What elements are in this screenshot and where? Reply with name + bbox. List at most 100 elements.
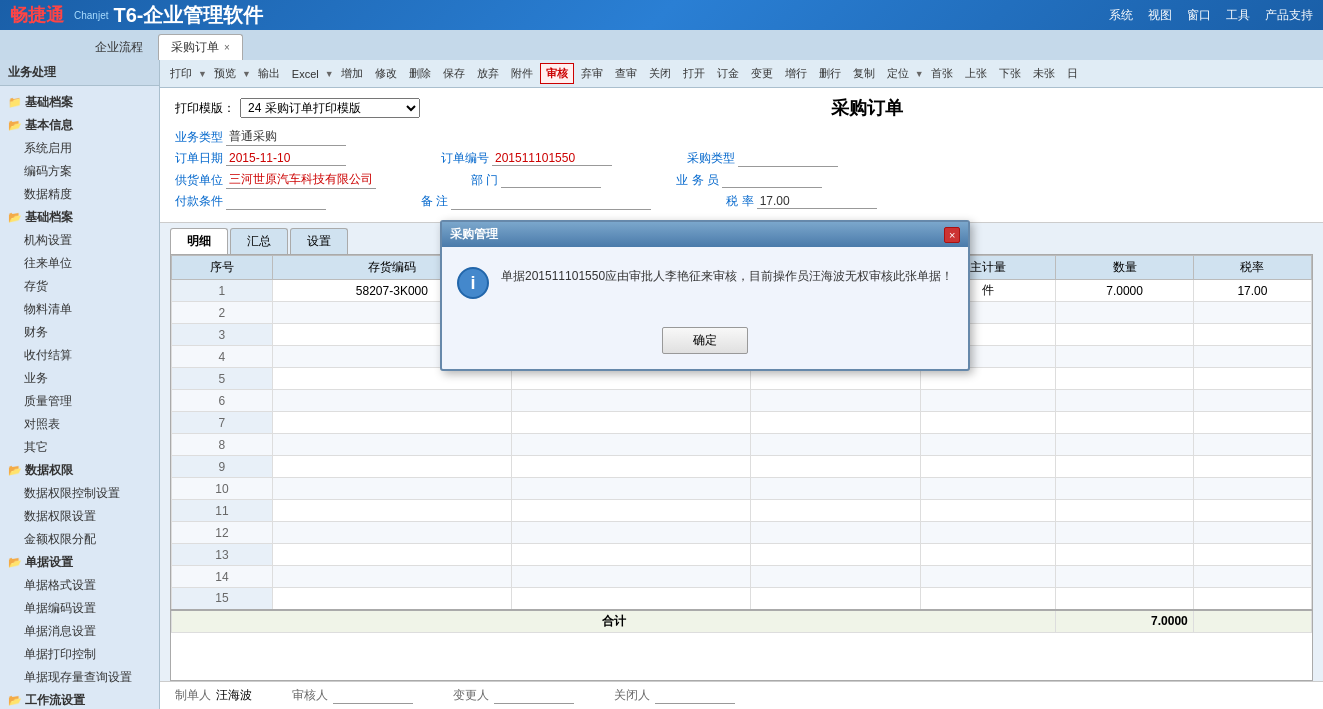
cell-name[interactable] <box>512 412 751 434</box>
excel-arrow-icon[interactable]: ▼ <box>325 69 334 79</box>
locate-arrow-icon[interactable]: ▼ <box>915 69 924 79</box>
table-row[interactable]: 12 <box>172 522 1312 544</box>
tax-rate-value[interactable]: 17.00 <box>757 194 877 209</box>
cell-code[interactable] <box>272 390 511 412</box>
sidebar-group-workflow[interactable]: 📂 工作流设置 <box>0 689 159 709</box>
sidebar-item-permission-setup[interactable]: 数据权限设置 <box>0 505 159 528</box>
cell-tax[interactable] <box>1193 346 1311 368</box>
approve-button[interactable]: 审核 <box>540 63 574 84</box>
cell-qty[interactable] <box>1056 412 1193 434</box>
modify-button[interactable]: 修改 <box>370 64 402 83</box>
sidebar-group-basic-info[interactable]: 📂 基本信息 <box>0 114 159 137</box>
cell-name[interactable] <box>512 544 751 566</box>
cell-tax[interactable] <box>1193 434 1311 456</box>
tab-enterprise-flow[interactable]: 企业流程 <box>80 35 158 60</box>
table-row[interactable]: 14 <box>172 566 1312 588</box>
open-button[interactable]: 打开 <box>678 64 710 83</box>
preview-arrow-icon[interactable]: ▼ <box>242 69 251 79</box>
supplier-value[interactable]: 三河世原汽车科技有限公司 <box>226 171 376 189</box>
cell-spec[interactable] <box>751 522 921 544</box>
cell-qty[interactable] <box>1056 368 1193 390</box>
print-button[interactable]: 打印 <box>165 64 197 83</box>
table-row[interactable]: 7 <box>172 412 1312 434</box>
sidebar-item-payment[interactable]: 收付结算 <box>0 344 159 367</box>
sidebar-item-other[interactable]: 其它 <box>0 436 159 459</box>
cell-qty[interactable] <box>1056 566 1193 588</box>
sidebar-group-basic-archive[interactable]: 📂 基础档案 <box>0 206 159 229</box>
sidebar-item-bom[interactable]: 物料清单 <box>0 298 159 321</box>
sidebar-item-system-enable[interactable]: 系统启用 <box>0 137 159 160</box>
table-row[interactable]: 10 <box>172 478 1312 500</box>
close-doc-button[interactable]: 关闭 <box>644 64 676 83</box>
cell-spec[interactable] <box>751 434 921 456</box>
cell-spec[interactable] <box>751 544 921 566</box>
table-row[interactable]: 6 <box>172 390 1312 412</box>
cell-tax[interactable] <box>1193 390 1311 412</box>
sidebar-item-quality[interactable]: 质量管理 <box>0 390 159 413</box>
reject-approve-button[interactable]: 弃审 <box>576 64 608 83</box>
add-row-button[interactable]: 增行 <box>780 64 812 83</box>
cell-qty[interactable] <box>1056 324 1193 346</box>
cell-qty[interactable] <box>1056 346 1193 368</box>
cell-tax[interactable] <box>1193 478 1311 500</box>
sidebar-item-form-code[interactable]: 单据编码设置 <box>0 597 159 620</box>
cell-spec[interactable] <box>751 456 921 478</box>
cell-code[interactable] <box>272 544 511 566</box>
cell-qty[interactable] <box>1056 478 1193 500</box>
table-row[interactable]: 9 <box>172 456 1312 478</box>
cell-tax[interactable] <box>1193 412 1311 434</box>
dialog-confirm-button[interactable]: 确定 <box>662 327 748 354</box>
cell-unit[interactable] <box>921 544 1056 566</box>
cell-spec[interactable] <box>751 390 921 412</box>
delete-button[interactable]: 删除 <box>404 64 436 83</box>
locate-button[interactable]: 定位 <box>882 64 914 83</box>
sidebar-item-finance[interactable]: 财务 <box>0 321 159 344</box>
order-date-value[interactable]: 2015-11-10 <box>226 151 346 166</box>
preview-button[interactable]: 预览 <box>209 64 241 83</box>
cell-qty[interactable] <box>1056 456 1193 478</box>
cell-unit[interactable] <box>921 390 1056 412</box>
export-button[interactable]: 输出 <box>253 64 285 83</box>
cell-unit[interactable] <box>921 588 1056 610</box>
copy-button[interactable]: 复制 <box>848 64 880 83</box>
print-template-select[interactable]: 24 采购订单打印模版 <box>240 98 420 118</box>
cell-tax[interactable] <box>1193 302 1311 324</box>
salesperson-value[interactable] <box>722 172 822 188</box>
cell-name[interactable] <box>512 434 751 456</box>
cell-tax[interactable] <box>1193 566 1311 588</box>
sidebar-item-form-print[interactable]: 单据打印控制 <box>0 643 159 666</box>
sidebar-item-contacts[interactable]: 往来单位 <box>0 252 159 275</box>
locate-dropdown[interactable]: 定位 ▼ <box>882 64 924 83</box>
table-row[interactable]: 13 <box>172 544 1312 566</box>
cell-code[interactable] <box>272 500 511 522</box>
cell-unit[interactable] <box>921 566 1056 588</box>
cell-code[interactable] <box>272 588 511 610</box>
cell-unit[interactable] <box>921 522 1056 544</box>
sidebar-item-data-precision[interactable]: 数据精度 <box>0 183 159 206</box>
prev-button[interactable]: 上张 <box>960 64 992 83</box>
cell-qty[interactable] <box>1056 500 1193 522</box>
cell-unit[interactable] <box>921 478 1056 500</box>
cell-name[interactable] <box>512 588 751 610</box>
print-arrow-icon[interactable]: ▼ <box>198 69 207 79</box>
cell-qty[interactable] <box>1056 390 1193 412</box>
cell-code[interactable] <box>272 566 511 588</box>
sidebar-group-basic-files[interactable]: 📁 基础档案 <box>0 91 159 114</box>
nav-system[interactable]: 系统 <box>1109 7 1133 24</box>
sidebar-item-form-message[interactable]: 单据消息设置 <box>0 620 159 643</box>
sidebar-item-mapping[interactable]: 对照表 <box>0 413 159 436</box>
attachment-button[interactable]: 附件 <box>506 64 538 83</box>
sidebar-item-business[interactable]: 业务 <box>0 367 159 390</box>
save-button[interactable]: 保存 <box>438 64 470 83</box>
add-button[interactable]: 增加 <box>336 64 368 83</box>
cell-code[interactable] <box>272 456 511 478</box>
cell-tax[interactable]: 17.00 <box>1193 280 1311 302</box>
cell-code[interactable] <box>272 434 511 456</box>
nav-support[interactable]: 产品支持 <box>1265 7 1313 24</box>
last-button[interactable]: 未张 <box>1028 64 1060 83</box>
cell-name[interactable] <box>512 478 751 500</box>
print-dropdown[interactable]: 打印 ▼ <box>165 64 207 83</box>
cell-spec[interactable] <box>751 412 921 434</box>
cell-name[interactable] <box>512 522 751 544</box>
cell-tax[interactable] <box>1193 522 1311 544</box>
